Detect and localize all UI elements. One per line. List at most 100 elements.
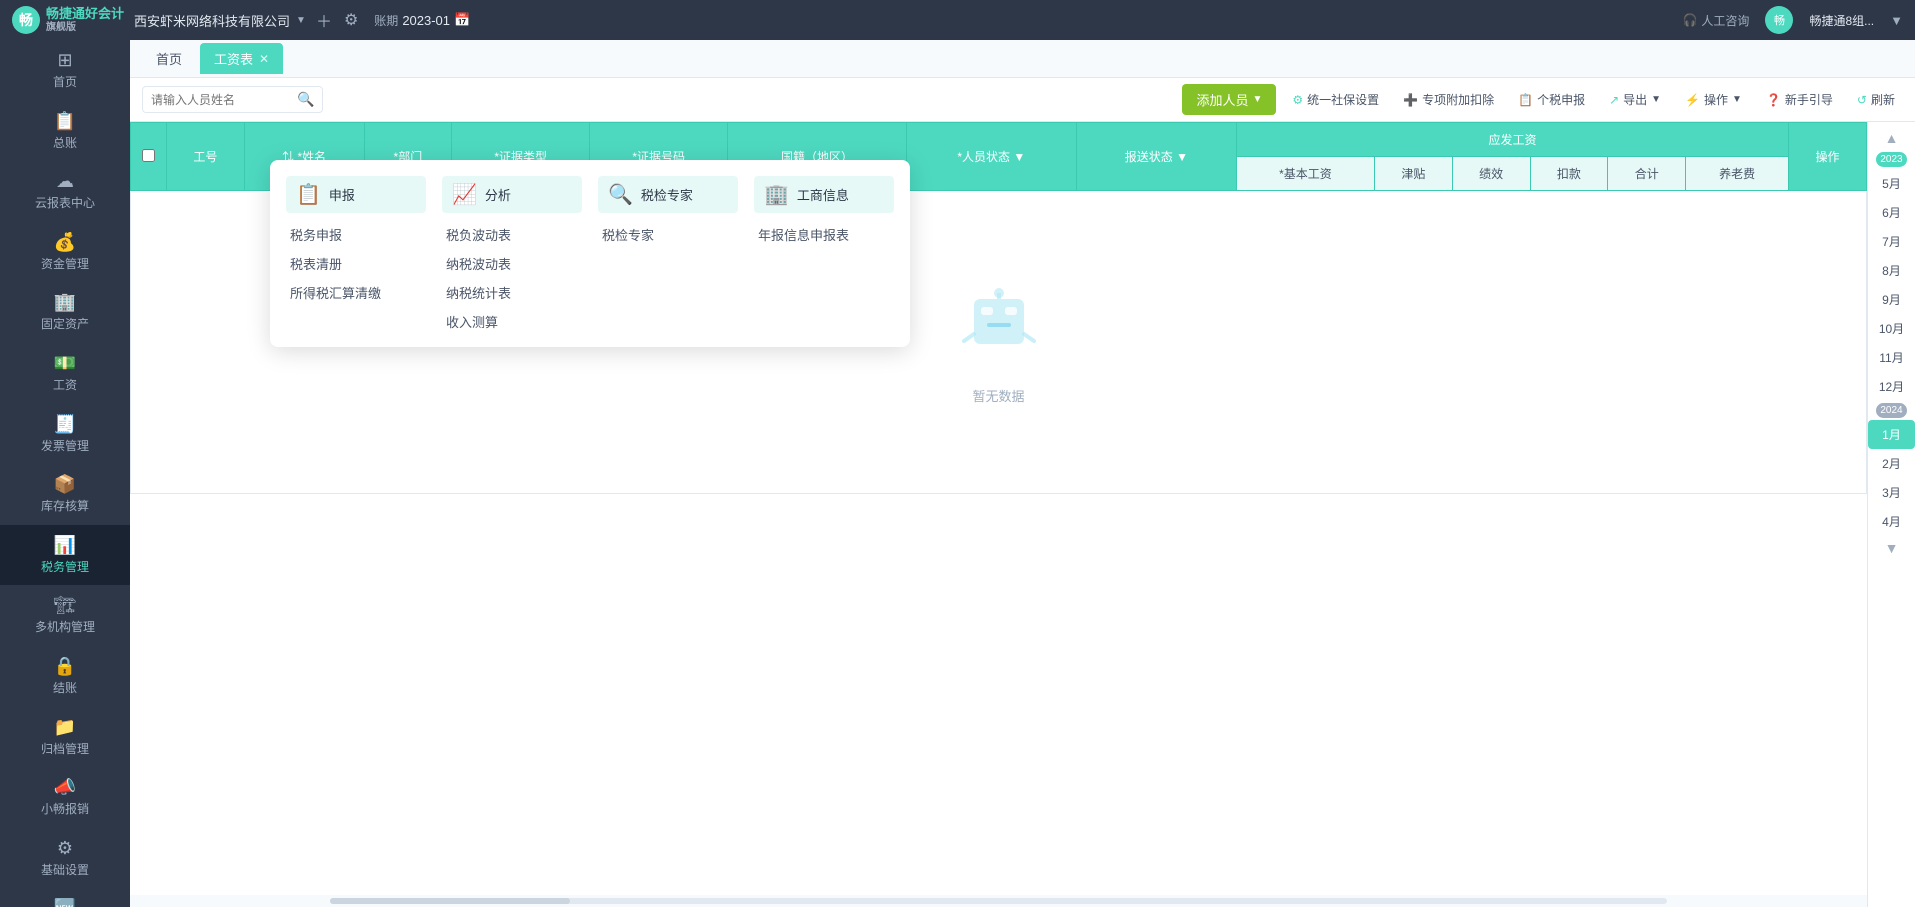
sidebar-item-ledger[interactable]: 📋 总账 bbox=[0, 101, 130, 162]
col-submit-status[interactable]: 报送状态 ▼ bbox=[1076, 123, 1236, 191]
analysis-items: 税负波动表 纳税波动表 纳税统计表 收入测算 bbox=[442, 225, 582, 331]
horizontal-scrollbar[interactable] bbox=[130, 895, 1867, 907]
calendar-nav-down[interactable]: ▼ bbox=[1881, 536, 1903, 560]
col-gross-salary: 应发工资 bbox=[1236, 123, 1788, 157]
tax-list-link[interactable]: 税表清册 bbox=[290, 254, 426, 273]
tax-burden-link[interactable]: 税负波动表 bbox=[446, 225, 582, 244]
cal-month-7[interactable]: 7月 bbox=[1868, 227, 1915, 256]
cal-month-4[interactable]: 4月 bbox=[1868, 507, 1915, 536]
sidebar-label-ledger: 总账 bbox=[53, 136, 77, 152]
analysis-icon: 📈 bbox=[452, 182, 477, 207]
analysis-title: 分析 bbox=[485, 185, 511, 204]
top-header: 畅 畅捷通好会计 旗舰版 西安虾米网络科技有限公司 ▼ ＋ ⚙ 账期 2023-… bbox=[0, 0, 1915, 40]
settings-icon[interactable]: ⚙ bbox=[344, 10, 358, 30]
cal-month-6[interactable]: 6月 bbox=[1868, 198, 1915, 227]
calendar-nav-up[interactable]: ▲ bbox=[1881, 126, 1903, 150]
add-person-arrow-icon: ▼ bbox=[1252, 94, 1262, 105]
cal-month-1[interactable]: 1月 bbox=[1868, 420, 1915, 449]
company-selector[interactable]: 西安虾米网络科技有限公司 ▼ bbox=[134, 11, 306, 30]
tax-expert-icon: 🔍 bbox=[608, 182, 633, 207]
special-deduction-icon: ➕ bbox=[1403, 93, 1418, 107]
app-logo: 畅 畅捷通好会计 旗舰版 bbox=[12, 6, 124, 34]
cal-month-12[interactable]: 12月 bbox=[1868, 372, 1915, 401]
header-actions: ＋ ⚙ bbox=[316, 8, 358, 32]
sidebar-item-multi-org[interactable]: 🏗 多机构管理 bbox=[0, 585, 130, 646]
cal-month-9[interactable]: 9月 bbox=[1868, 285, 1915, 314]
add-company-icon[interactable]: ＋ bbox=[316, 8, 332, 32]
tax-return-link[interactable]: 税务申报 bbox=[290, 225, 426, 244]
right-calendar: ▲ 2023 5月 6月 7月 8月 9月 10月 11月 12月 2024 1… bbox=[1867, 122, 1915, 907]
app-main-title: 畅捷通好会计 bbox=[46, 6, 124, 22]
new-guide-action-button[interactable]: ❓ 新手引导 bbox=[1758, 87, 1841, 112]
refresh-label: 刷新 bbox=[1871, 91, 1895, 108]
service-label: 人工咨询 bbox=[1701, 12, 1749, 29]
operate-icon: ⚡ bbox=[1685, 93, 1700, 107]
tax-payment-link[interactable]: 纳税波动表 bbox=[446, 254, 582, 273]
business-info-header: 🏢 工商信息 bbox=[754, 176, 894, 213]
operate-button[interactable]: ⚡ 操作 ▼ bbox=[1677, 87, 1750, 112]
fund-icon: 💰 bbox=[54, 232, 76, 253]
main-layout: ⊞ 首页 📋 总账 ☁ 云报表中心 💰 资金管理 🏢 固定资产 💵 工资 🧾 发… bbox=[0, 40, 1915, 907]
business-info-icon: 🏢 bbox=[764, 182, 789, 207]
add-person-label: 添加人员 bbox=[1196, 90, 1248, 109]
building-icon: 🏢 bbox=[54, 292, 76, 313]
cal-month-10[interactable]: 10月 bbox=[1868, 314, 1915, 343]
period-label: 账期 bbox=[374, 12, 398, 29]
cal-month-11[interactable]: 11月 bbox=[1868, 343, 1915, 372]
income-tax-settle-link[interactable]: 所得税汇算清缴 bbox=[290, 283, 426, 302]
cal-month-5[interactable]: 5月 bbox=[1868, 169, 1915, 198]
tab-home[interactable]: 首页 bbox=[142, 43, 196, 74]
special-deduction-button[interactable]: ➕ 专项附加扣除 bbox=[1395, 87, 1502, 112]
refresh-button[interactable]: ↺ 刷新 bbox=[1849, 87, 1903, 112]
col-performance: 绩效 bbox=[1452, 157, 1530, 191]
tab-salary[interactable]: 工资表 ✕ bbox=[200, 43, 283, 74]
sidebar-item-cloud-report[interactable]: ☁ 云报表中心 bbox=[0, 161, 130, 222]
sidebar-item-tax[interactable]: 📊 税务管理 bbox=[0, 525, 130, 586]
sidebar-item-closing[interactable]: 🔒 结账 bbox=[0, 646, 130, 707]
cal-month-3[interactable]: 3月 bbox=[1868, 478, 1915, 507]
sidebar-item-basic-settings[interactable]: ⚙ 基础设置 bbox=[0, 828, 130, 889]
col-person-status[interactable]: *人员状态 ▼ bbox=[906, 123, 1076, 191]
annual-report-link[interactable]: 年报信息申报表 bbox=[758, 225, 894, 244]
user-menu-icon[interactable]: ▼ bbox=[1890, 13, 1903, 28]
checkbox-header[interactable] bbox=[131, 123, 167, 191]
cal-month-2[interactable]: 2月 bbox=[1868, 449, 1915, 478]
business-info-items: 年报信息申报表 bbox=[754, 225, 894, 244]
logo-text: 畅捷通好会计 旗舰版 bbox=[46, 6, 124, 34]
ledger-icon: 📋 bbox=[54, 111, 76, 132]
sidebar-item-archive[interactable]: 📁 归档管理 bbox=[0, 707, 130, 768]
service-button[interactable]: 🎧 人工咨询 bbox=[1682, 12, 1749, 29]
tax-stats-link[interactable]: 纳税统计表 bbox=[446, 283, 582, 302]
col-id: 工号 bbox=[167, 123, 245, 191]
sidebar-label-home: 首页 bbox=[53, 75, 77, 91]
social-insurance-button[interactable]: ⚙ 统一社保设置 bbox=[1284, 87, 1387, 112]
sidebar-label-inventory: 库存核算 bbox=[41, 499, 89, 515]
col-pension: 养老费 bbox=[1686, 157, 1789, 191]
sidebar-item-salary[interactable]: 💵 工资 bbox=[0, 343, 130, 404]
sidebar-item-fund[interactable]: 💰 资金管理 bbox=[0, 222, 130, 283]
sidebar-item-invoice[interactable]: 🧾 发票管理 bbox=[0, 404, 130, 465]
add-person-button[interactable]: 添加人员 ▼ bbox=[1182, 84, 1276, 115]
sidebar-item-xiaochang[interactable]: 📣 小畅报销 bbox=[0, 767, 130, 828]
tax-return-button[interactable]: 📋 个税申报 bbox=[1510, 87, 1593, 112]
export-arrow-icon: ▼ bbox=[1651, 94, 1661, 105]
refresh-icon: ↺ bbox=[1857, 93, 1867, 107]
calendar-icon[interactable]: 📅 bbox=[454, 12, 470, 28]
sidebar-item-new-guide[interactable]: 🆕 新手引导 bbox=[0, 888, 130, 907]
sidebar-label-cloud: 云报表中心 bbox=[35, 196, 95, 212]
tab-close-icon[interactable]: ✕ bbox=[259, 52, 269, 66]
sidebar-item-home[interactable]: ⊞ 首页 bbox=[0, 40, 130, 101]
select-all-checkbox[interactable] bbox=[142, 149, 155, 162]
cal-month-8[interactable]: 8月 bbox=[1868, 256, 1915, 285]
analysis-header: 📈 分析 bbox=[442, 176, 582, 213]
scrollbar-thumb[interactable] bbox=[330, 898, 570, 904]
year-2023-badge: 2023 bbox=[1876, 152, 1906, 167]
declaration-title: 申报 bbox=[329, 185, 355, 204]
tax-expert-link[interactable]: 税检专家 bbox=[602, 225, 738, 244]
income-estimate-link[interactable]: 收入测算 bbox=[446, 312, 582, 331]
export-button[interactable]: ↗ 导出 ▼ bbox=[1601, 87, 1669, 112]
sidebar-item-fixed-assets[interactable]: 🏢 固定资产 bbox=[0, 282, 130, 343]
sidebar-item-inventory[interactable]: 📦 库存核算 bbox=[0, 464, 130, 525]
search-input[interactable] bbox=[151, 93, 291, 107]
inventory-icon: 📦 bbox=[54, 474, 76, 495]
